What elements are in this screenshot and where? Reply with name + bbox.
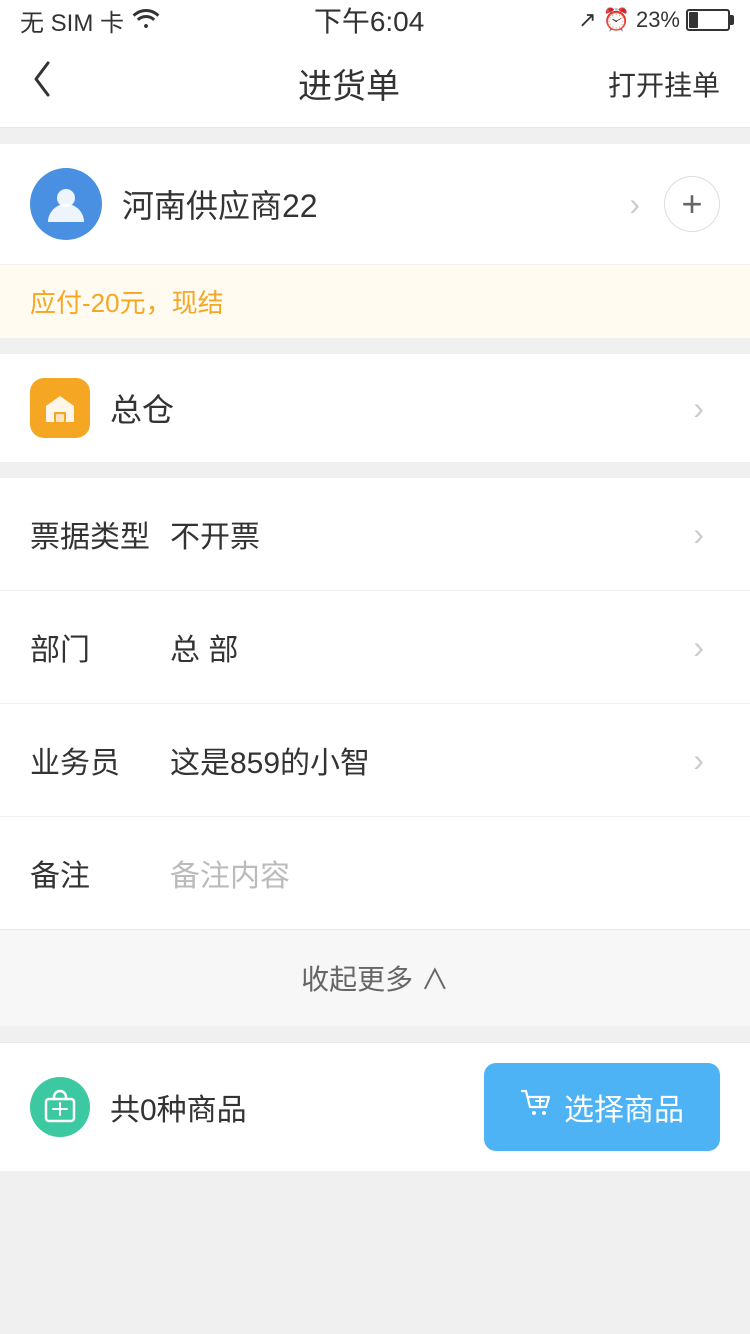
sales-chevron-icon: › bbox=[693, 742, 704, 779]
dept-row[interactable]: 部门 总 部 › bbox=[0, 590, 750, 703]
warehouse-section: 总仓 › bbox=[0, 354, 750, 462]
dept-value: 总 部 bbox=[170, 625, 693, 669]
sales-value: 这是859的小智 bbox=[170, 738, 693, 782]
invoice-row[interactable]: 票据类型 不开票 › bbox=[0, 478, 750, 590]
remark-input[interactable]: 备注内容 bbox=[170, 851, 720, 895]
dept-chevron-icon: › bbox=[693, 629, 704, 666]
status-right: ↗ ⏰ 23% bbox=[578, 7, 730, 33]
alarm-icon: ⏰ bbox=[603, 7, 630, 33]
back-button[interactable] bbox=[30, 59, 90, 108]
status-left: 无 SIM 卡 bbox=[20, 3, 160, 38]
remark-label: 备注 bbox=[30, 851, 170, 895]
battery-icon bbox=[686, 9, 730, 31]
select-product-icon bbox=[520, 1089, 552, 1125]
sim-label: 无 SIM 卡 bbox=[20, 3, 124, 38]
collapse-button[interactable]: 收起更多 ∧ bbox=[0, 929, 750, 1026]
supplier-row[interactable]: 河南供应商22 › + bbox=[0, 144, 750, 265]
notice-bar: 应付-20元，现结 bbox=[0, 265, 750, 338]
add-supplier-button[interactable]: + bbox=[664, 176, 720, 232]
nav-bar: 进货单 打开挂单 bbox=[0, 40, 750, 128]
warehouse-name: 总仓 bbox=[110, 385, 693, 431]
dept-label: 部门 bbox=[30, 625, 170, 669]
product-count-icon bbox=[30, 1077, 90, 1137]
wifi-icon bbox=[132, 6, 160, 35]
supplier-section: 河南供应商22 › + 应付-20元，现结 bbox=[0, 144, 750, 338]
product-count-label: 共0种商品 bbox=[110, 1085, 484, 1129]
page-title: 进货单 bbox=[298, 59, 400, 108]
collapse-label: 收起更多 ∧ bbox=[301, 958, 449, 998]
select-product-label: 选择商品 bbox=[564, 1085, 684, 1129]
gap-1 bbox=[0, 128, 750, 144]
notice-text: 应付-20元，现结 bbox=[30, 288, 224, 318]
bottom-bar: 共0种商品 选择商品 bbox=[0, 1042, 750, 1171]
invoice-label: 票据类型 bbox=[30, 512, 170, 556]
sales-row[interactable]: 业务员 这是859的小智 › bbox=[0, 703, 750, 816]
select-product-button[interactable]: 选择商品 bbox=[484, 1063, 720, 1151]
status-bar: 无 SIM 卡 下午6:04 ↗ ⏰ 23% bbox=[0, 0, 750, 40]
chevron-right-icon: › bbox=[629, 186, 640, 223]
invoice-chevron-icon: › bbox=[693, 516, 704, 553]
sales-label: 业务员 bbox=[30, 738, 170, 782]
open-pending-button[interactable]: 打开挂单 bbox=[608, 64, 720, 104]
remark-row[interactable]: 备注 备注内容 bbox=[0, 816, 750, 929]
form-section: 票据类型 不开票 › 部门 总 部 › 业务员 这是859的小智 › 备注 备注… bbox=[0, 478, 750, 1026]
status-time: 下午6:04 bbox=[314, 0, 425, 40]
gap-2 bbox=[0, 338, 750, 354]
location-icon: ↗ bbox=[578, 7, 596, 33]
warehouse-chevron-icon: › bbox=[693, 390, 704, 427]
invoice-value: 不开票 bbox=[170, 512, 693, 556]
warehouse-row[interactable]: 总仓 › bbox=[0, 354, 750, 462]
supplier-name: 河南供应商22 bbox=[122, 181, 629, 227]
battery-percent: 23% bbox=[636, 7, 680, 33]
warehouse-icon bbox=[30, 378, 90, 438]
supplier-avatar bbox=[30, 168, 102, 240]
gap-3 bbox=[0, 462, 750, 478]
